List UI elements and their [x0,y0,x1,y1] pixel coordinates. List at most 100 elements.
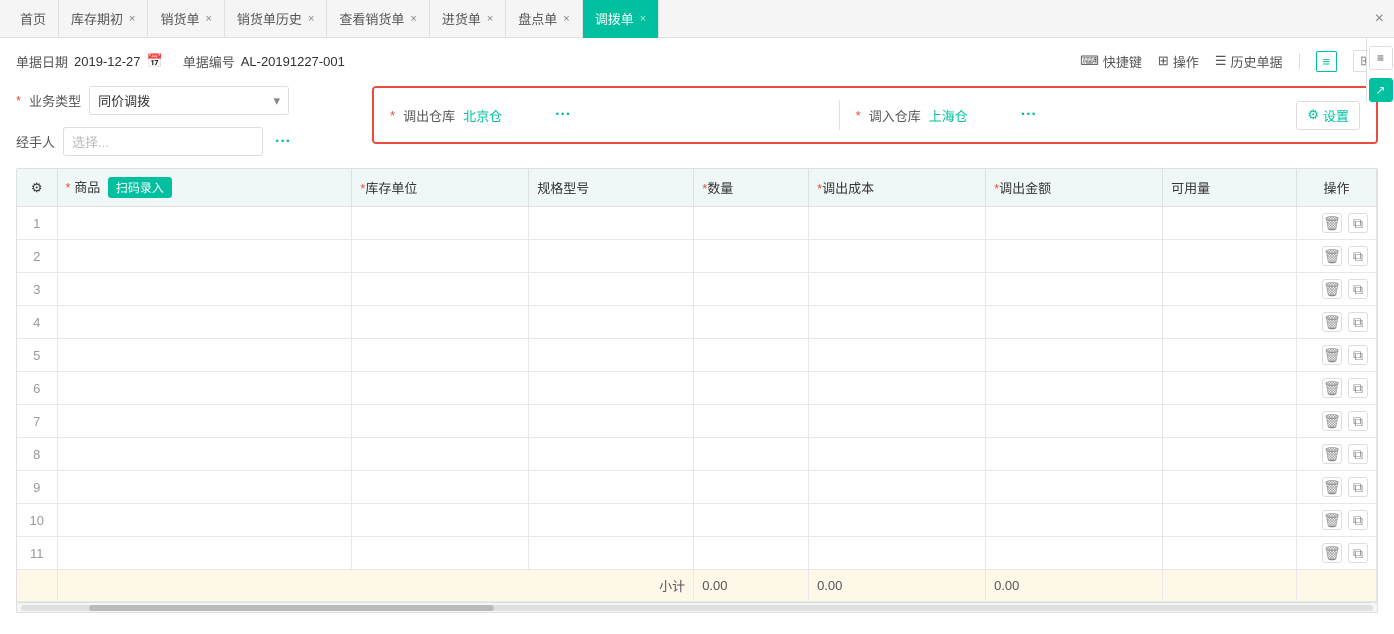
product-cell[interactable] [57,240,352,273]
tab-purchase-order-close[interactable]: × [487,13,493,25]
spec-cell[interactable] [529,438,694,471]
copy-icon[interactable]: ⧉ [1348,378,1368,398]
transfer-in-more-button[interactable]: ··· [1017,106,1041,124]
cost-cell[interactable] [809,339,986,372]
unit-cell[interactable] [352,372,529,405]
delete-icon[interactable]: 🗑 [1322,246,1342,266]
product-cell[interactable] [57,372,352,405]
spec-cell[interactable] [529,339,694,372]
amount-cell[interactable] [986,240,1163,273]
delete-icon[interactable]: 🗑 [1322,213,1342,233]
copy-icon[interactable]: ⧉ [1348,246,1368,266]
copy-icon[interactable]: ⧉ [1348,543,1368,563]
qty-cell[interactable] [694,438,809,471]
tab-sales-order[interactable]: 销货单 × [148,0,224,38]
amount-cell[interactable] [986,504,1163,537]
cost-cell[interactable] [809,405,986,438]
unit-cell[interactable] [352,537,529,570]
delete-icon[interactable]: 🗑 [1322,510,1342,530]
spec-cell[interactable] [529,306,694,339]
copy-icon[interactable]: ⧉ [1348,477,1368,497]
close-all-button[interactable]: × [1375,10,1384,28]
cost-cell[interactable] [809,537,986,570]
history-button[interactable]: ☰ 历史单据 [1215,52,1283,71]
qty-cell[interactable] [694,273,809,306]
business-type-select[interactable]: 同价调拨 ▾ [89,86,289,115]
qty-cell[interactable] [694,372,809,405]
spec-cell[interactable] [529,471,694,504]
available-cell[interactable] [1163,240,1297,273]
qty-cell[interactable] [694,339,809,372]
available-cell[interactable] [1163,438,1297,471]
amount-cell[interactable] [986,438,1163,471]
tab-purchase-order[interactable]: 进货单 × [430,0,506,38]
tab-inventory-init-close[interactable]: × [129,13,135,25]
amount-cell[interactable] [986,273,1163,306]
tab-home[interactable]: 首页 [8,0,59,38]
available-cell[interactable] [1163,306,1297,339]
view-list-button[interactable]: ≡ [1316,51,1338,72]
delete-icon[interactable]: 🗑 [1322,411,1342,431]
available-cell[interactable] [1163,273,1297,306]
tab-sales-order-close[interactable]: × [205,13,211,25]
sidebar-list-icon[interactable]: ≡ [1369,46,1393,70]
delete-icon[interactable]: 🗑 [1322,444,1342,464]
tab-view-sales-close[interactable]: × [410,13,416,25]
unit-cell[interactable] [352,240,529,273]
amount-cell[interactable] [986,306,1163,339]
delete-icon[interactable]: 🗑 [1322,312,1342,332]
amount-cell[interactable] [986,471,1163,504]
available-cell[interactable] [1163,339,1297,372]
spec-cell[interactable] [529,273,694,306]
available-cell[interactable] [1163,471,1297,504]
qty-cell[interactable] [694,471,809,504]
transfer-out-more-button[interactable]: ··· [551,106,575,124]
copy-icon[interactable]: ⧉ [1348,411,1368,431]
cost-cell[interactable] [809,207,986,240]
product-cell[interactable] [57,207,352,240]
cost-cell[interactable] [809,471,986,504]
spec-cell[interactable] [529,504,694,537]
qty-cell[interactable] [694,306,809,339]
handler-select[interactable]: 选择... [63,127,263,156]
spec-cell[interactable] [529,240,694,273]
copy-icon[interactable]: ⧉ [1348,345,1368,365]
product-cell[interactable] [57,537,352,570]
delete-icon[interactable]: 🗑 [1322,345,1342,365]
tab-sales-history-close[interactable]: × [308,13,314,25]
spec-cell[interactable] [529,405,694,438]
unit-cell[interactable] [352,471,529,504]
amount-cell[interactable] [986,339,1163,372]
cost-cell[interactable] [809,306,986,339]
shortcut-button[interactable]: ⌨ 快捷键 [1080,52,1142,71]
delete-icon[interactable]: 🗑 [1322,378,1342,398]
amount-cell[interactable] [986,207,1163,240]
product-cell[interactable] [57,471,352,504]
qty-cell[interactable] [694,240,809,273]
scan-button[interactable]: 扫码录入 [108,177,172,198]
qty-cell[interactable] [694,207,809,240]
unit-cell[interactable] [352,438,529,471]
product-cell[interactable] [57,438,352,471]
th-gear[interactable]: ⚙ [17,169,57,207]
scroll-bar[interactable] [17,602,1377,612]
amount-cell[interactable] [986,537,1163,570]
product-cell[interactable] [57,339,352,372]
cost-cell[interactable] [809,273,986,306]
unit-cell[interactable] [352,273,529,306]
delete-icon[interactable]: 🗑 [1322,543,1342,563]
copy-icon[interactable]: ⧉ [1348,444,1368,464]
tab-transfer-close[interactable]: × [640,13,646,25]
amount-cell[interactable] [986,405,1163,438]
spec-cell[interactable] [529,537,694,570]
unit-cell[interactable] [352,339,529,372]
available-cell[interactable] [1163,207,1297,240]
available-cell[interactable] [1163,372,1297,405]
amount-cell[interactable] [986,372,1163,405]
unit-cell[interactable] [352,306,529,339]
qty-cell[interactable] [694,537,809,570]
product-cell[interactable] [57,504,352,537]
spec-cell[interactable] [529,372,694,405]
copy-icon[interactable]: ⧉ [1348,510,1368,530]
product-cell[interactable] [57,273,352,306]
